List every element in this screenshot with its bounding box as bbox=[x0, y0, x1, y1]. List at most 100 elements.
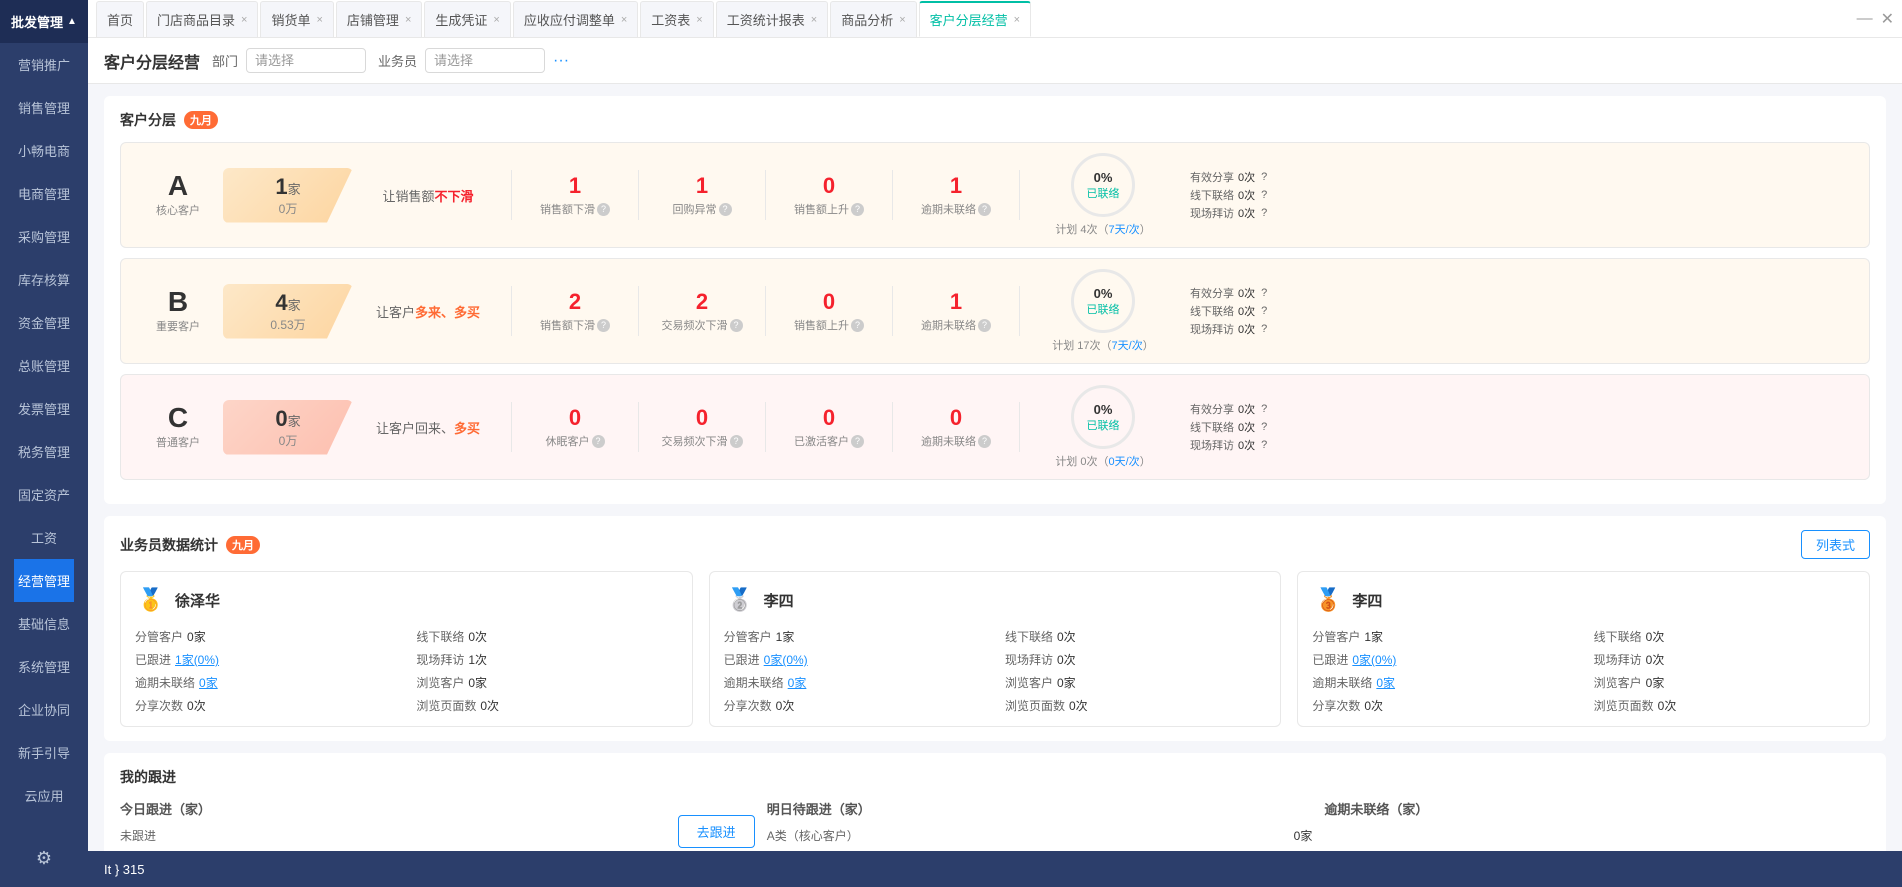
sidebar-item-库存核算[interactable]: 库存核算 bbox=[14, 258, 74, 301]
divider bbox=[638, 286, 639, 336]
more-options-icon[interactable]: ··· bbox=[553, 52, 569, 70]
tier-row-C: C 普通客户 0家 0万 让客户回来、多买 0 休眠客户 ? 0 交易频次下滑 bbox=[120, 374, 1870, 480]
staff-select[interactable]: 请选择 bbox=[425, 48, 545, 73]
staff-stat: 浏览客户 0家 bbox=[1005, 674, 1266, 691]
tab-客户分层经营[interactable]: 客户分层经营× bbox=[919, 1, 1031, 37]
info-icon[interactable]: ? bbox=[1261, 305, 1267, 317]
sidebar-item-采购管理[interactable]: 采购管理 bbox=[14, 215, 74, 258]
tier-stat-1-3: 1 逾期未联络 ? bbox=[901, 289, 1011, 333]
sidebar-header[interactable]: 批发管理 ▲ bbox=[0, 0, 88, 43]
tier-contact: 0% 已联络 计划 4次（7天/次） bbox=[1028, 153, 1178, 237]
sidebar-item-经营管理[interactable]: 经营管理 bbox=[14, 559, 74, 602]
tier-row-A: A 核心客户 1家 0万 让销售额不下滑 1 销售额下滑 ? 1 回购异常 ? bbox=[120, 142, 1870, 248]
info-icon[interactable]: ? bbox=[1261, 287, 1267, 299]
divider bbox=[511, 170, 512, 220]
tab-close-商品分析[interactable]: × bbox=[899, 14, 905, 26]
contact-plan: 计划 17次（7天/次） bbox=[1028, 337, 1178, 353]
sidebar: 批发管理 ▲ 营销推广销售管理小畅电商电商管理采购管理库存核算资金管理总账管理发… bbox=[0, 0, 88, 887]
info-icon[interactable]: ? bbox=[1261, 171, 1267, 183]
staff-card-1: 🥈 李四 分管客户 1家 线下联络 0次 已跟进 0家(0%) 现场拜访 0次 … bbox=[709, 571, 1282, 727]
tab-工资统计报表[interactable]: 工资统计报表 × bbox=[716, 1, 828, 37]
right-stat: 线下联络 0次 ? bbox=[1190, 187, 1857, 203]
tier-stat-1-0: 2 销售额下滑 ? bbox=[520, 289, 630, 333]
sidebar-item-固定资产[interactable]: 固定资产 bbox=[14, 473, 74, 516]
sidebar-item-小畅电商[interactable]: 小畅电商 bbox=[14, 129, 74, 172]
follow-grid: 今日跟进（家） 未跟进 已联络 未联络 去跟进 明日待跟进（家） bbox=[120, 799, 1870, 851]
tab-close-店铺管理[interactable]: × bbox=[405, 14, 411, 26]
tab-close-应收应付调整单[interactable]: × bbox=[621, 14, 627, 26]
tab-close-生成凭证[interactable]: × bbox=[493, 14, 499, 26]
sidebar-item-云应用[interactable]: 云应用 bbox=[14, 774, 74, 817]
info-icon[interactable]: ? bbox=[978, 435, 991, 448]
page-header: 客户分层经营 部门 请选择 业务员 请选择 ··· bbox=[88, 38, 1902, 84]
bottom-text: It } 315 bbox=[104, 862, 144, 877]
tab-应收应付调整单[interactable]: 应收应付调整单 × bbox=[513, 1, 638, 37]
right-stat: 有效分享 0次 ? bbox=[1190, 285, 1857, 301]
sidebar-item-系统管理[interactable]: 系统管理 bbox=[14, 645, 74, 688]
tab-商品分析[interactable]: 商品分析× bbox=[830, 1, 916, 37]
tab-生成凭证[interactable]: 生成凭证× bbox=[424, 1, 510, 37]
staff-name: 李四 bbox=[1352, 590, 1382, 611]
today-not-followed: 未跟进 bbox=[120, 824, 666, 847]
tab-首页[interactable]: 首页 bbox=[96, 1, 144, 37]
dept-label: 部门 bbox=[212, 51, 238, 70]
info-icon[interactable]: ? bbox=[978, 319, 991, 332]
tier-stat-2-3: 0 逾期未联络 ? bbox=[901, 405, 1011, 449]
staff-stat: 分享次数 0次 bbox=[1312, 697, 1573, 714]
info-icon[interactable]: ? bbox=[1261, 323, 1267, 335]
dept-filter: 部门 请选择 bbox=[212, 48, 366, 73]
tab-close-客户分层经营[interactable]: × bbox=[1014, 14, 1020, 26]
tab-label: 工资统计报表 bbox=[727, 10, 805, 29]
info-icon[interactable]: ? bbox=[592, 435, 605, 448]
tab-window-close[interactable]: ✕ bbox=[1881, 9, 1894, 29]
info-icon[interactable]: ? bbox=[1261, 439, 1267, 451]
sidebar-item-税务管理[interactable]: 税务管理 bbox=[14, 430, 74, 473]
tab-window-minimize[interactable]: — bbox=[1857, 10, 1873, 28]
sidebar-item-销售管理[interactable]: 销售管理 bbox=[14, 86, 74, 129]
staff-medal: 🥇 bbox=[135, 584, 167, 616]
info-icon[interactable]: ? bbox=[851, 203, 864, 216]
sidebar-item-基础信息[interactable]: 基础信息 bbox=[14, 602, 74, 645]
tab-close-工资统计报表[interactable]: × bbox=[811, 14, 817, 26]
tab-店铺管理[interactable]: 店铺管理× bbox=[336, 1, 422, 37]
tab-close-工资表[interactable]: × bbox=[696, 14, 702, 26]
info-icon[interactable]: ? bbox=[719, 203, 732, 216]
sidebar-item-资金管理[interactable]: 资金管理 bbox=[14, 301, 74, 344]
tab-label: 应收应付调整单 bbox=[524, 10, 615, 29]
sidebar-item-发票管理[interactable]: 发票管理 bbox=[14, 387, 74, 430]
sidebar-item-企业协同[interactable]: 企业协同 bbox=[14, 688, 74, 731]
dept-select[interactable]: 请选择 bbox=[246, 48, 366, 73]
tab-工资表[interactable]: 工资表× bbox=[640, 1, 713, 37]
divider bbox=[511, 286, 512, 336]
staff-stat: 逾期未联络 0家 bbox=[724, 674, 985, 691]
staff-name: 李四 bbox=[764, 590, 794, 611]
tier-row-B: B 重要客户 4家 0.53万 让客户多来、多买 2 销售额下滑 ? 2 交易频… bbox=[120, 258, 1870, 364]
gear-icon[interactable]: ⚙ bbox=[28, 840, 60, 877]
info-icon[interactable]: ? bbox=[1261, 403, 1267, 415]
sidebar-item-总账管理[interactable]: 总账管理 bbox=[14, 344, 74, 387]
info-icon[interactable]: ? bbox=[1261, 207, 1267, 219]
info-icon[interactable]: ? bbox=[730, 319, 743, 332]
info-icon[interactable]: ? bbox=[597, 203, 610, 216]
tab-销货单[interactable]: 销货单× bbox=[260, 1, 333, 37]
sidebar-item-工资[interactable]: 工资 bbox=[14, 516, 74, 559]
sidebar-item-营销推广[interactable]: 营销推广 bbox=[14, 43, 74, 86]
sidebar-item-电商管理[interactable]: 电商管理 bbox=[14, 172, 74, 215]
sidebar-collapse-icon[interactable]: ▲ bbox=[67, 16, 77, 27]
sidebar-item-新手引导[interactable]: 新手引导 bbox=[14, 731, 74, 774]
tab-close-销货单[interactable]: × bbox=[316, 14, 322, 26]
info-icon[interactable]: ? bbox=[851, 435, 864, 448]
tab-门店商品目录[interactable]: 门店商品目录× bbox=[146, 1, 258, 37]
info-icon[interactable]: ? bbox=[597, 319, 610, 332]
list-view-button[interactable]: 列表式 bbox=[1801, 530, 1870, 559]
info-icon[interactable]: ? bbox=[978, 203, 991, 216]
info-icon[interactable]: ? bbox=[730, 435, 743, 448]
tier-suggest: 让销售额不下滑 bbox=[353, 186, 503, 205]
tier-suggest: 让客户多来、多买 bbox=[353, 302, 503, 321]
tier-right-stats: 有效分享 0次 ? 线下联络 0次 ? 现场拜访 0次 ? bbox=[1178, 401, 1857, 453]
info-icon[interactable]: ? bbox=[1261, 421, 1267, 433]
tab-close-门店商品目录[interactable]: × bbox=[241, 14, 247, 26]
go-follow-button[interactable]: 去跟进 bbox=[678, 815, 755, 848]
info-icon[interactable]: ? bbox=[851, 319, 864, 332]
info-icon[interactable]: ? bbox=[1261, 189, 1267, 201]
